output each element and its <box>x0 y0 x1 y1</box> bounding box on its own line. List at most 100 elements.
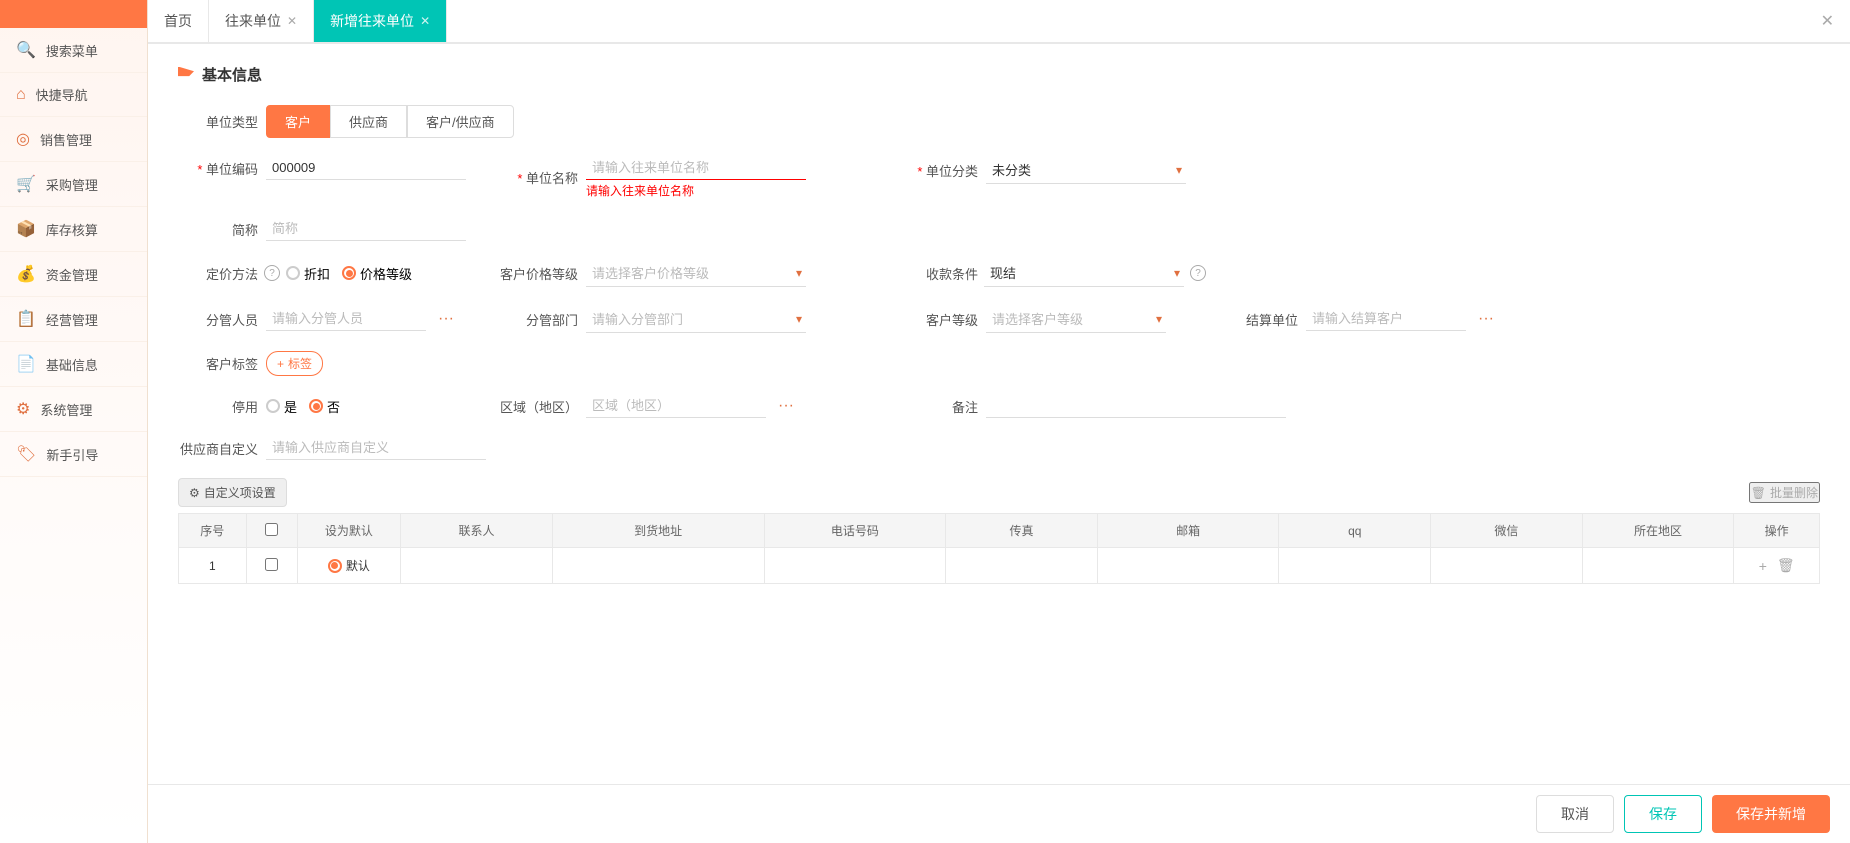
sidebar-item-sales[interactable]: ◎ 销售管理 <box>0 117 147 162</box>
settle-group: 结算单位 ··· <box>1218 307 1820 331</box>
table-header-row: 序号 设为默认 联系人 到货地址 电话号码 传真 邮箱 qq 微信 所在地区 操… <box>179 514 1820 548</box>
tag-add-button[interactable]: + 标签 <box>266 351 323 376</box>
select-all-checkbox[interactable] <box>265 523 278 536</box>
pricing-help-icon[interactable]: ? <box>264 265 280 281</box>
customer-level-select[interactable]: 请选择客户等级 ▾ <box>986 305 1166 333</box>
fax-input[interactable] <box>982 554 1062 577</box>
region-input[interactable] <box>586 394 766 418</box>
sidebar-item-basic-label: 基础信息 <box>46 355 98 374</box>
abbr-input[interactable] <box>266 217 466 241</box>
save-new-button[interactable]: 保存并新增 <box>1712 795 1830 833</box>
sidebar-item-system[interactable]: ⚙ 系统管理 <box>0 387 147 432</box>
sidebar-item-basic[interactable]: 📄 基础信息 <box>0 342 147 387</box>
unit-btn-customer[interactable]: 客户 <box>266 105 330 138</box>
address-input[interactable] <box>598 554 718 577</box>
code-input[interactable] <box>266 156 466 180</box>
name-input[interactable] <box>586 156 806 180</box>
disable-row: 停用 是 否 区域（地区） ··· <box>178 394 1820 418</box>
manager-input[interactable] <box>266 307 426 331</box>
batch-delete-button[interactable]: 🗑 批量删除 <box>1749 482 1820 503</box>
code-name-category-row: 单位编码 单位名称 请输入往来单位名称 单位分类 未分类 ▾ <box>178 156 1820 199</box>
save-button[interactable]: 保存 <box>1624 795 1702 833</box>
contact-input[interactable] <box>437 554 517 577</box>
th-region: 所在地区 <box>1582 514 1734 548</box>
disable-no-option[interactable]: 否 <box>309 397 340 416</box>
pricing-level-option[interactable]: 价格等级 <box>342 264 412 283</box>
sidebar-item-finance[interactable]: 💰 资金管理 <box>0 252 147 297</box>
region-row-input[interactable] <box>1618 554 1698 577</box>
tab-partners-close[interactable]: ✕ <box>287 14 297 28</box>
remark-input[interactable] <box>986 394 1286 418</box>
table-section: ⚙ 自定义项设置 🗑 批量删除 序号 设为默认 联系人 到货地址 电话 <box>178 478 1820 584</box>
custom-settings-button[interactable]: ⚙ 自定义项设置 <box>178 478 287 507</box>
unit-type-group: 单位类型 客户 供应商 客户/供应商 <box>178 105 1820 138</box>
tag-group: 客户标签 + 标签 <box>178 351 1820 376</box>
payment-help-icon[interactable]: ? <box>1190 265 1206 281</box>
dept-select[interactable]: 请输入分管部门 ▾ <box>586 305 806 333</box>
unit-btn-supplier[interactable]: 供应商 <box>330 105 407 138</box>
sidebar-item-inventory[interactable]: 📦 库存核算 <box>0 207 147 252</box>
sidebar-item-system-label: 系统管理 <box>40 400 92 419</box>
sidebar-item-quicknav[interactable]: ⌂ 快捷导航 <box>0 73 147 117</box>
tag-add-icon: + <box>277 357 284 371</box>
td-qq <box>1279 548 1431 584</box>
contacts-table: 序号 设为默认 联系人 到货地址 电话号码 传真 邮箱 qq 微信 所在地区 操… <box>178 513 1820 584</box>
tab-bar: 首页 往来单位 ✕ 新增往来单位 ✕ ✕ <box>148 0 1850 44</box>
finance-icon: 💰 <box>16 264 36 284</box>
section-title-text: 基本信息 <box>202 64 262 85</box>
region-label: 区域（地区） <box>498 397 578 416</box>
name-error-msg: 请输入往来单位名称 <box>586 182 806 199</box>
row-delete-button[interactable]: 🗑 <box>1777 557 1795 574</box>
sidebar-item-search-label: 搜索菜单 <box>46 41 98 60</box>
manager-group: 分管人员 ··· <box>178 307 498 331</box>
purchase-icon: 🛒 <box>16 174 36 194</box>
pricing-group: 定价方法 ? 折扣 价格等级 <box>178 264 498 283</box>
pricing-level-label: 价格等级 <box>360 264 412 283</box>
basic-icon: 📄 <box>16 354 36 374</box>
pricing-radio-group: 折扣 价格等级 <box>286 264 412 283</box>
sidebar-item-guide[interactable]: 🏷 新手引导 <box>0 432 147 477</box>
row-add-button[interactable]: + <box>1759 558 1767 574</box>
settle-input[interactable] <box>1306 307 1466 331</box>
pricing-discount-option[interactable]: 折扣 <box>286 264 330 283</box>
region-more-icon[interactable]: ··· <box>774 397 798 415</box>
disable-yes-option[interactable]: 是 <box>266 397 297 416</box>
row-checkbox[interactable] <box>265 558 278 571</box>
email-input[interactable] <box>1138 554 1238 577</box>
wechat-input[interactable] <box>1466 554 1546 577</box>
unit-btn-both[interactable]: 客户/供应商 <box>407 105 514 138</box>
sidebar-item-purchase[interactable]: 🛒 采购管理 <box>0 162 147 207</box>
sidebar-item-sales-label: 销售管理 <box>40 130 92 149</box>
settle-more-icon[interactable]: ··· <box>1474 310 1498 328</box>
tab-new-partner[interactable]: 新增往来单位 ✕ <box>314 0 447 42</box>
category-chevron-icon: ▾ <box>1176 163 1186 177</box>
category-label: 单位分类 <box>898 161 978 180</box>
window-close-button[interactable]: ✕ <box>1805 11 1850 31</box>
dept-group: 分管部门 请输入分管部门 ▾ <box>498 305 898 333</box>
unit-type-row: 单位类型 客户 供应商 客户/供应商 <box>178 105 1820 138</box>
default-radio-item[interactable]: 默认 <box>308 557 391 574</box>
customer-price-select[interactable]: 请选择客户价格等级 ▾ <box>586 259 806 287</box>
default-radio <box>328 559 342 573</box>
phone-input[interactable] <box>805 554 905 577</box>
tab-new-partner-close[interactable]: ✕ <box>420 14 430 28</box>
category-select[interactable]: 未分类 ▾ <box>986 156 1186 184</box>
qq-input[interactable] <box>1315 554 1395 577</box>
payment-select[interactable]: 现结 ▾ <box>984 259 1184 287</box>
customer-price-chevron-icon: ▾ <box>796 266 806 280</box>
cancel-button[interactable]: 取消 <box>1536 795 1614 833</box>
sidebar-item-operations[interactable]: 📋 经营管理 <box>0 297 147 342</box>
payment-value: 现结 <box>984 259 1174 286</box>
sidebar-item-search[interactable]: 🔍 搜索菜单 <box>0 28 147 73</box>
sidebar-top <box>0 0 147 28</box>
pricing-row: 定价方法 ? 折扣 价格等级 客户价格等级 请选择客户价格等级 <box>178 259 1820 287</box>
supplier-custom-input[interactable] <box>266 436 486 460</box>
th-actions: 操作 <box>1734 514 1820 548</box>
td-phone <box>764 548 946 584</box>
manager-more-icon[interactable]: ··· <box>434 310 458 328</box>
tab-partners[interactable]: 往来单位 ✕ <box>209 0 314 42</box>
tab-home[interactable]: 首页 <box>148 0 209 42</box>
th-phone: 电话号码 <box>764 514 946 548</box>
customer-level-chevron-icon: ▾ <box>1156 312 1166 326</box>
system-icon: ⚙ <box>16 399 30 419</box>
